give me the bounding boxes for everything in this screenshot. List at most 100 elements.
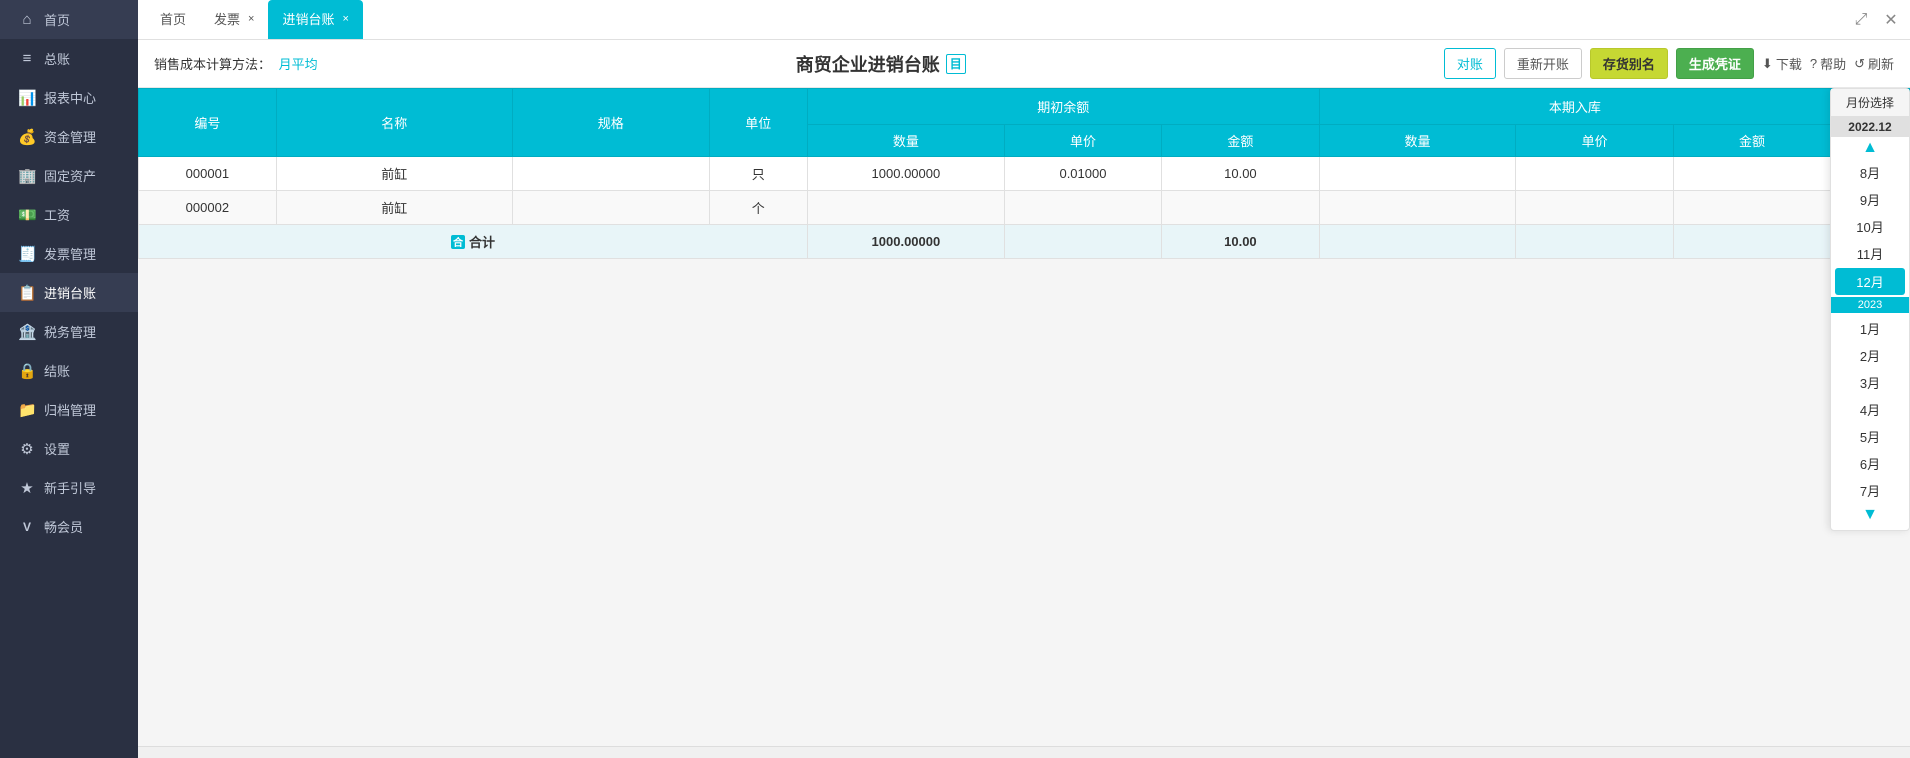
- sidebar-item-settings[interactable]: ⚙ 设置: [0, 429, 138, 468]
- total-in-price: [1516, 225, 1673, 259]
- reports-icon: 📊: [18, 89, 36, 107]
- reconcile-button[interactable]: 对账: [1444, 48, 1496, 79]
- month-item-10[interactable]: 10月: [1831, 213, 1909, 240]
- content: 销售成本计算方法： 月平均 商贸企业进销台账 目 对账 重新开账 存货别名 生成…: [138, 40, 1910, 758]
- cell-begin-amount: [1162, 191, 1319, 225]
- sidebar-item-home[interactable]: ⌂ 首页: [0, 0, 138, 39]
- sidebar-item-close[interactable]: 🔒 结账: [0, 351, 138, 390]
- member-icon: V: [18, 520, 36, 534]
- col-spec: 规格: [512, 89, 709, 157]
- cell-in-qty: [1319, 157, 1516, 191]
- sidebar: ⌂ 首页 ≡ 总账 📊 报表中心 💰 资金管理 🏢 固定资产 💵 工资 🧾 发票…: [0, 0, 138, 758]
- month-item-6[interactable]: 6月: [1831, 450, 1909, 477]
- sidebar-item-salary[interactable]: 💵 工资: [0, 195, 138, 234]
- year-2023-label: 2023: [1831, 297, 1909, 313]
- cell-begin-amount: 10.00: [1162, 157, 1319, 191]
- sidebar-item-label: 资金管理: [44, 127, 96, 146]
- total-row: 合 合计 1000.00000 10.00: [139, 225, 1910, 259]
- cell-spec: [512, 191, 709, 225]
- cell-no: 000001: [139, 157, 277, 191]
- tab-bar: 首页 发票 × 进销台账 × ⤢ ✕: [138, 0, 1910, 40]
- sidebar-item-label: 畅会员: [44, 517, 83, 536]
- sidebar-item-archive[interactable]: 📁 归档管理: [0, 390, 138, 429]
- tax-icon: 🏦: [18, 323, 36, 341]
- generate-voucher-button[interactable]: 生成凭证: [1676, 48, 1754, 79]
- close-account-icon: 🔒: [18, 362, 36, 380]
- total-begin-price: [1004, 225, 1161, 259]
- col-group-in: 本期入库: [1319, 89, 1831, 125]
- cell-in-qty: [1319, 191, 1516, 225]
- month-item-8[interactable]: 8月: [1831, 159, 1909, 186]
- settings-icon: ⚙: [18, 440, 36, 458]
- sidebar-item-label: 报表中心: [44, 88, 96, 107]
- cost-method-label: 销售成本计算方法： 月平均: [154, 54, 318, 73]
- col-begin-price: 单价: [1004, 125, 1161, 157]
- sidebar-item-reports[interactable]: 📊 报表中心: [0, 78, 138, 117]
- data-table: 编号 名称 规格 单位 期初余额 本期入库 数 数量 单价 金额 数量 单价: [138, 88, 1910, 259]
- month-nav-up[interactable]: ▲: [1831, 137, 1909, 159]
- cell-in-amount: [1673, 157, 1830, 191]
- col-unit: 单位: [709, 89, 807, 157]
- total-in-qty: [1319, 225, 1516, 259]
- reopen-button[interactable]: 重新开账: [1504, 48, 1582, 79]
- cell-spec: [512, 157, 709, 191]
- month-nav-down[interactable]: ▼: [1831, 504, 1909, 526]
- sidebar-item-label: 工资: [44, 205, 70, 224]
- col-group-begin: 期初余额: [808, 89, 1320, 125]
- help-icon: ?: [1810, 56, 1817, 71]
- sidebar-item-label: 税务管理: [44, 322, 96, 341]
- sidebar-item-label: 设置: [44, 439, 70, 458]
- tab-invoice-close[interactable]: ×: [248, 13, 254, 25]
- sidebar-item-label: 进销台账: [44, 283, 96, 302]
- total-begin-amount: 10.00: [1162, 225, 1319, 259]
- download-link[interactable]: ⬇ 下载: [1762, 54, 1802, 73]
- restore-button[interactable]: ⤢: [1850, 9, 1872, 31]
- save-alias-button[interactable]: 存货别名: [1590, 48, 1668, 79]
- month-item-3[interactable]: 3月: [1831, 369, 1909, 396]
- table-row[interactable]: 000002 前缸 个: [139, 191, 1910, 225]
- sidebar-item-guide[interactable]: ★ 新手引导: [0, 468, 138, 507]
- table-row[interactable]: 000001 前缸 只 1000.00000 0.01000 10.00: [139, 157, 1910, 191]
- download-icon: ⬇: [1762, 56, 1773, 72]
- main-area: 首页 发票 × 进销台账 × ⤢ ✕ 销售成本计算方法： 月平均 商贸企业进销台…: [138, 0, 1910, 758]
- tab-purchase-sale[interactable]: 进销台账 ×: [268, 0, 362, 39]
- month-item-11[interactable]: 11月: [1831, 240, 1909, 267]
- sidebar-item-member[interactable]: V 畅会员: [0, 507, 138, 546]
- sidebar-item-funds[interactable]: 💰 资金管理: [0, 117, 138, 156]
- title-info-icon[interactable]: 目: [946, 54, 966, 74]
- table-container[interactable]: 编号 名称 规格 单位 期初余额 本期入库 数 数量 单价 金额 数量 单价: [138, 88, 1910, 746]
- window-controls: ⤢ ✕: [1850, 9, 1902, 31]
- close-window-button[interactable]: ✕: [1880, 9, 1902, 31]
- cell-begin-price: [1004, 191, 1161, 225]
- cell-begin-qty: 1000.00000: [808, 157, 1005, 191]
- help-link[interactable]: ? 帮助: [1810, 54, 1846, 73]
- refresh-icon: ↺: [1854, 56, 1865, 72]
- tab-invoice[interactable]: 发票 ×: [200, 0, 268, 39]
- tab-home[interactable]: 首页: [146, 0, 200, 39]
- page-title: 商贸企业进销台账 目: [318, 51, 1444, 77]
- total-label-cell: 合 合计: [139, 225, 808, 259]
- cell-begin-price: 0.01000: [1004, 157, 1161, 191]
- toolbar-actions: 对账 重新开账 存货别名 生成凭证 ⬇ 下载 ? 帮助 ↺ 刷新: [1444, 48, 1894, 79]
- month-item-1[interactable]: 1月: [1831, 315, 1909, 342]
- sidebar-item-fixed-assets[interactable]: 🏢 固定资产: [0, 156, 138, 195]
- total-label-text: 合计: [469, 232, 495, 251]
- month-item-7[interactable]: 7月: [1831, 477, 1909, 504]
- sidebar-item-tax[interactable]: 🏦 税务管理: [0, 312, 138, 351]
- month-item-2[interactable]: 2月: [1831, 342, 1909, 369]
- cell-in-amount: [1673, 191, 1830, 225]
- month-item-9[interactable]: 9月: [1831, 186, 1909, 213]
- purchase-sale-icon: 📋: [18, 284, 36, 302]
- month-item-12[interactable]: 12月: [1835, 268, 1905, 295]
- archive-icon: 📁: [18, 401, 36, 419]
- cell-begin-qty: [808, 191, 1005, 225]
- col-begin-qty: 数量: [808, 125, 1005, 157]
- bottom-scrollbar[interactable]: [138, 746, 1910, 758]
- sidebar-item-invoice-mgmt[interactable]: 🧾 发票管理: [0, 234, 138, 273]
- sidebar-item-ledger[interactable]: ≡ 总账: [0, 39, 138, 78]
- month-item-4[interactable]: 4月: [1831, 396, 1909, 423]
- refresh-link[interactable]: ↺ 刷新: [1854, 54, 1894, 73]
- sidebar-item-purchase-sale[interactable]: 📋 进销台账: [0, 273, 138, 312]
- tab-purchase-sale-close[interactable]: ×: [342, 13, 348, 25]
- month-item-5[interactable]: 5月: [1831, 423, 1909, 450]
